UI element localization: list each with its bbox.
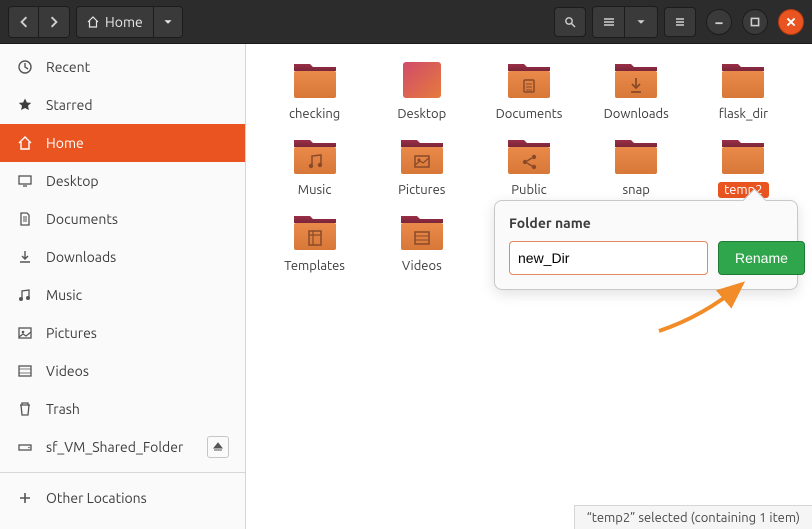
sidebar-item-pictures[interactable]: Pictures [0, 314, 245, 352]
view-options-dropdown[interactable] [625, 7, 657, 37]
sidebar-item-shared-folder[interactable]: sf_VM_Shared_Folder [0, 428, 245, 466]
grid-item-label: Downloads [598, 106, 675, 122]
grid-item-downloads[interactable]: Downloads [586, 58, 687, 122]
sidebar-item-label: Home [46, 135, 84, 151]
path-segment-home[interactable]: Home [77, 7, 154, 37]
sidebar-item-label: Trash [46, 401, 80, 417]
sidebar-item-label: sf_VM_Shared_Folder [46, 439, 183, 455]
nav-buttons [8, 6, 70, 38]
view-mode-group [592, 6, 658, 38]
close-button[interactable] [778, 9, 804, 35]
grid-item-label: Templates [278, 258, 351, 274]
folder-icon [397, 210, 447, 254]
sidebar-item-label: Desktop [46, 173, 99, 189]
grid-item-public[interactable]: Public [478, 134, 579, 198]
grid-item-label: Videos [396, 258, 448, 274]
grid-item-label: Pictures [392, 182, 451, 198]
folder-icon [611, 134, 661, 178]
folder-icon [504, 58, 554, 102]
grid-item-flask-dir[interactable]: flask_dir [693, 58, 794, 122]
sidebar-divider [0, 472, 245, 473]
list-view-button[interactable] [593, 7, 625, 37]
path-segment-label: Home [105, 14, 143, 30]
pictures-icon [16, 325, 34, 341]
plus-icon [16, 491, 34, 505]
folder-icon [718, 134, 768, 178]
documents-icon [16, 211, 34, 227]
grid-item-label: flask_dir [713, 106, 774, 122]
maximize-button[interactable] [742, 9, 768, 35]
grid-item-checking[interactable]: checking [264, 58, 365, 122]
clock-icon [16, 59, 34, 75]
sidebar: Recent Starred Home Desktop Documents [0, 44, 246, 529]
content-pane: checking Desktop Documents Downloads fla… [246, 44, 812, 529]
grid-item-desktop[interactable]: Desktop [371, 58, 472, 122]
grid-item-music[interactable]: Music [264, 134, 365, 198]
folder-icon [290, 134, 340, 178]
grid-item-label: Desktop [391, 106, 452, 122]
sidebar-item-home[interactable]: Home [0, 124, 245, 162]
music-icon [16, 287, 34, 303]
grid-item-label: Music [292, 182, 338, 198]
forward-button[interactable] [39, 7, 69, 37]
sidebar-item-label: Downloads [46, 249, 116, 265]
sidebar-item-label: Recent [46, 59, 90, 75]
desktop-icon [16, 173, 34, 189]
search-button[interactable] [554, 7, 586, 37]
status-bar: “temp2” selected (containing 1 item) [574, 505, 812, 529]
grid-item-label: snap [617, 182, 656, 198]
path-dropdown[interactable] [154, 7, 182, 37]
home-icon [16, 135, 34, 151]
rename-button[interactable]: Rename [718, 241, 805, 275]
sidebar-item-label: Music [46, 287, 82, 303]
folder-icon [504, 134, 554, 178]
titlebar: Home [0, 0, 812, 44]
grid-item-label: Documents [490, 106, 569, 122]
folder-icon [397, 134, 447, 178]
sidebar-item-recent[interactable]: Recent [0, 48, 245, 86]
sidebar-item-music[interactable]: Music [0, 276, 245, 314]
sidebar-item-starred[interactable]: Starred [0, 86, 245, 124]
sidebar-item-label: Documents [46, 211, 118, 227]
sidebar-item-desktop[interactable]: Desktop [0, 162, 245, 200]
star-icon [16, 97, 34, 113]
downloads-icon [16, 249, 34, 265]
grid-item-pictures[interactable]: Pictures [371, 134, 472, 198]
grid-item-templates[interactable]: Templates [264, 210, 365, 274]
rename-popover: Folder name Rename [494, 200, 798, 290]
folder-icon [611, 58, 661, 102]
sidebar-item-videos[interactable]: Videos [0, 352, 245, 390]
path-bar: Home [76, 6, 183, 38]
sidebar-item-label: Pictures [46, 325, 97, 341]
sidebar-item-other-locations[interactable]: Other Locations [0, 479, 245, 517]
status-text: “temp2” selected (containing 1 item) [587, 511, 800, 525]
minimize-button[interactable] [706, 9, 732, 35]
grid-item-videos[interactable]: Videos [371, 210, 472, 274]
back-button[interactable] [9, 7, 39, 37]
sidebar-item-label: Other Locations [46, 490, 147, 506]
grid-item-label: Public [505, 182, 552, 198]
sidebar-item-downloads[interactable]: Downloads [0, 238, 245, 276]
eject-button[interactable] [207, 436, 229, 458]
grid-item-label: checking [283, 106, 346, 122]
image-icon [397, 58, 447, 102]
grid-item-snap[interactable]: snap [586, 134, 687, 198]
folder-icon [718, 58, 768, 102]
menu-button[interactable] [664, 7, 696, 37]
sidebar-item-documents[interactable]: Documents [0, 200, 245, 238]
grid-item-documents[interactable]: Documents [478, 58, 579, 122]
sidebar-item-trash[interactable]: Trash [0, 390, 245, 428]
folder-icon [290, 58, 340, 102]
videos-icon [16, 363, 34, 379]
rename-input[interactable] [509, 241, 708, 275]
trash-icon [16, 401, 34, 417]
sidebar-item-label: Starred [46, 97, 93, 113]
rename-popover-title: Folder name [509, 215, 783, 231]
grid-item-temp2[interactable]: temp2 [693, 134, 794, 198]
sidebar-item-label: Videos [46, 363, 89, 379]
drive-icon [16, 439, 34, 455]
home-icon [87, 16, 99, 28]
folder-icon [290, 210, 340, 254]
